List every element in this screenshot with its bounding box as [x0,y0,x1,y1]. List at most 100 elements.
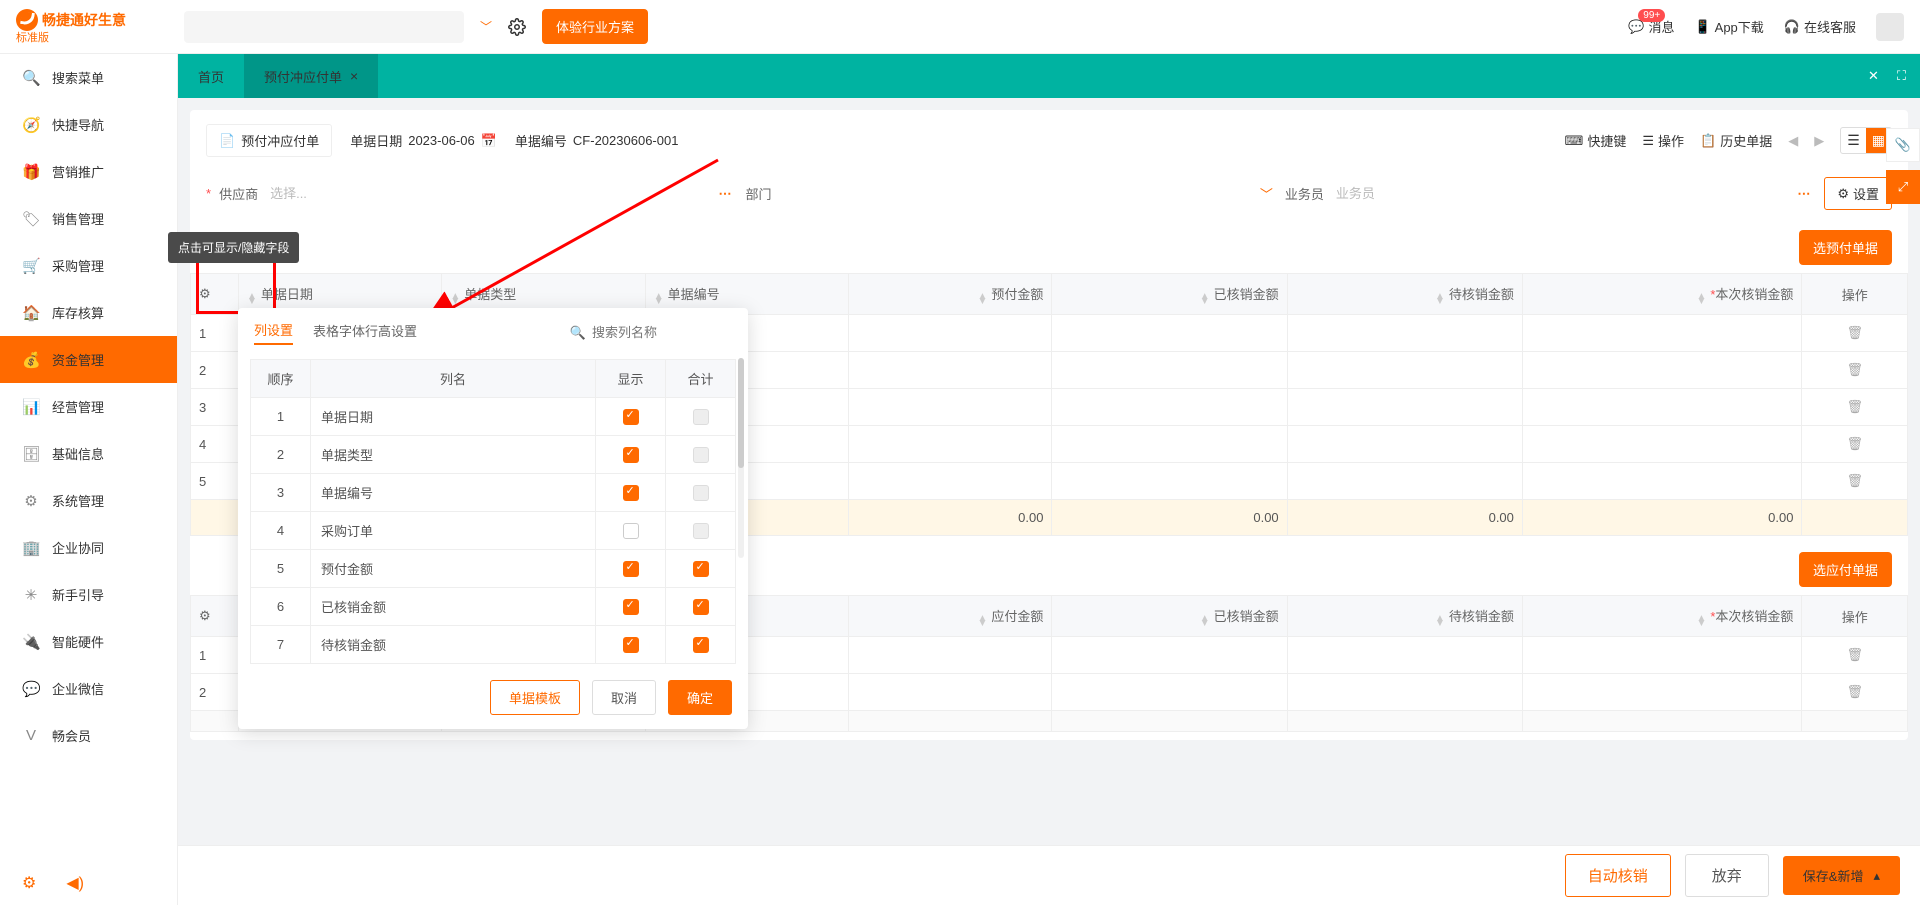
col-header[interactable]: ▲▼*本次核销金额 [1522,596,1802,637]
column-setting-row[interactable]: 2 单据类型 [251,436,736,474]
nav-prev-icon[interactable]: ◀ [1788,133,1798,149]
sort-icon[interactable]: ▲▼ [978,294,988,304]
sidebar-item-tag[interactable]: 🏷销售管理 [0,195,177,242]
sidebar-item-corp[interactable]: 🏢企业协同 [0,524,177,571]
col-header[interactable]: 操作 [1802,274,1908,315]
column-setting-row[interactable]: 7 待核销金额 [251,626,736,664]
sort-icon[interactable]: ▲▼ [450,294,460,304]
discard-button[interactable]: 放弃 [1685,854,1769,897]
industry-plan-button[interactable]: 体验行业方案 [542,9,648,44]
delete-icon[interactable]: 🗑 [1846,684,1863,699]
select-payable-button[interactable]: 选应付单据 [1799,552,1892,587]
col-header[interactable]: ▲▼待核销金额 [1287,274,1522,315]
sales-more-icon[interactable]: ⋯ [1797,186,1812,202]
delete-icon[interactable]: 🗑 [1846,362,1863,377]
column-setting-row[interactable]: 5 预付金额 [251,550,736,588]
popup-tab-columns[interactable]: 列设置 [254,320,293,345]
sales-input[interactable] [1332,180,1789,208]
column-search-input[interactable] [592,325,732,340]
delete-icon[interactable]: 🗑 [1846,473,1863,488]
messages-button[interactable]: 💬 消息 99+ [1628,17,1674,36]
sidebar-item-wx[interactable]: 💬企业微信 [0,665,177,712]
sidebar-settings-icon[interactable]: ⚙ [22,873,36,893]
show-checkbox[interactable] [623,561,639,577]
sort-icon[interactable]: ▲▼ [247,294,257,304]
column-setting-row[interactable]: 3 单据编号 [251,474,736,512]
calendar-icon[interactable]: 📅 [481,133,497,149]
cancel-button[interactable]: 取消 [592,680,656,715]
delete-icon[interactable]: 🗑 [1846,325,1863,340]
expand-icon[interactable]: ⤢ [1886,170,1920,204]
top-settings-icon[interactable] [508,18,526,36]
sort-icon[interactable]: ▲▼ [1200,294,1210,304]
sort-icon[interactable]: ▲▼ [1696,294,1706,304]
popup-tab-font[interactable]: 表格字体行高设置 [313,321,417,344]
column-setting-row[interactable]: 6 已核销金额 [251,588,736,626]
popup-scrollbar[interactable] [738,358,744,558]
sidebar-item-home[interactable]: 🏠库存核算 [0,289,177,336]
sidebar-item-wallet[interactable]: 💰资金管理 [0,336,177,383]
sidebar-item-compass[interactable]: 🧭快捷导航 [0,101,177,148]
sort-icon[interactable]: ▲▼ [1435,294,1445,304]
sort-icon[interactable]: ▲▼ [978,616,988,626]
sidebar-item-chart[interactable]: 📊经营管理 [0,383,177,430]
dept-chevron-icon[interactable]: ﹀ [1260,184,1273,203]
view-list-icon[interactable]: ☰ [1841,128,1866,153]
show-checkbox[interactable] [623,637,639,653]
delete-icon[interactable]: 🗑 [1846,436,1863,451]
delete-icon[interactable]: 🗑 [1846,399,1863,414]
sum-checkbox[interactable] [693,599,709,615]
col-header[interactable]: ▲▼待核销金额 [1287,596,1522,637]
support-button[interactable]: 🎧 在线客服 [1784,17,1856,36]
supplier-more-icon[interactable]: ⋯ [718,186,733,202]
sort-icon[interactable]: ▲▼ [1200,616,1210,626]
column-settings-icon[interactable]: ⚙ [191,274,239,315]
tab-current[interactable]: 预付冲应付单 × [244,54,378,98]
hotkey-button[interactable]: ⌨快捷键 [1565,131,1627,150]
sidebar-item-db[interactable]: 🗄基础信息 [0,430,177,477]
app-download-button[interactable]: 📱 App下载 [1694,17,1763,36]
column-setting-row[interactable]: 1 单据日期 [251,398,736,436]
sort-icon[interactable]: ▲▼ [1696,616,1706,626]
delete-icon[interactable]: 🗑 [1846,647,1863,662]
sort-icon[interactable]: ▲▼ [654,294,664,304]
col-header[interactable]: ▲▼应付金额 [849,596,1052,637]
tabs-fullscreen-icon[interactable]: ⛶ [1891,64,1912,88]
col-header[interactable]: 操作 [1802,596,1908,637]
sidebar-item-search[interactable]: 🔍搜索菜单 [0,54,177,101]
col-header[interactable]: ▲▼*本次核销金额 [1522,274,1802,315]
attachment-icon[interactable]: 📎 [1886,128,1920,162]
history-button[interactable]: 📋历史单据 [1700,131,1772,150]
col-header[interactable]: ▲▼预付金额 [849,274,1052,315]
sidebar-collapse-icon[interactable]: ◀) [66,873,84,893]
tabs-close-all-icon[interactable]: ✕ [1862,64,1885,88]
company-selector[interactable] [184,11,464,43]
confirm-button[interactable]: 确定 [668,680,732,715]
sidebar-item-cart[interactable]: 🛒采购管理 [0,242,177,289]
sidebar-item-chip[interactable]: 🔌智能硬件 [0,618,177,665]
show-checkbox[interactable] [623,485,639,501]
ops-button[interactable]: ☰操作 [1642,131,1684,150]
auto-writeoff-button[interactable]: 自动核销 [1565,854,1671,897]
select-prepay-button[interactable]: 选预付单据 [1799,230,1892,265]
dept-input[interactable] [779,180,1251,208]
tab-home[interactable]: 首页 [178,54,244,98]
document-type-button[interactable]: 📄 预付冲应付单 [206,124,332,157]
column-settings-icon[interactable]: ⚙ [191,596,239,637]
show-checkbox[interactable] [623,599,639,615]
show-checkbox[interactable] [623,523,639,539]
doc-date-value[interactable]: 2023-06-06 [408,133,475,148]
col-header[interactable]: ▲▼已核销金额 [1052,274,1287,315]
sum-checkbox[interactable] [693,561,709,577]
sidebar-item-new[interactable]: ✳新手引导 [0,571,177,618]
sum-checkbox[interactable] [693,637,709,653]
show-checkbox[interactable] [623,409,639,425]
doc-template-button[interactable]: 单据模板 [490,680,580,715]
col-header[interactable]: ▲▼已核销金额 [1052,596,1287,637]
tab-close-icon[interactable]: × [350,68,358,84]
avatar[interactable] [1876,13,1904,41]
column-setting-row[interactable]: 4 采购订单 [251,512,736,550]
show-checkbox[interactable] [623,447,639,463]
sidebar-item-vip[interactable]: V畅会员 [0,712,177,759]
save-new-button[interactable]: 保存&新增▴ [1783,856,1900,895]
